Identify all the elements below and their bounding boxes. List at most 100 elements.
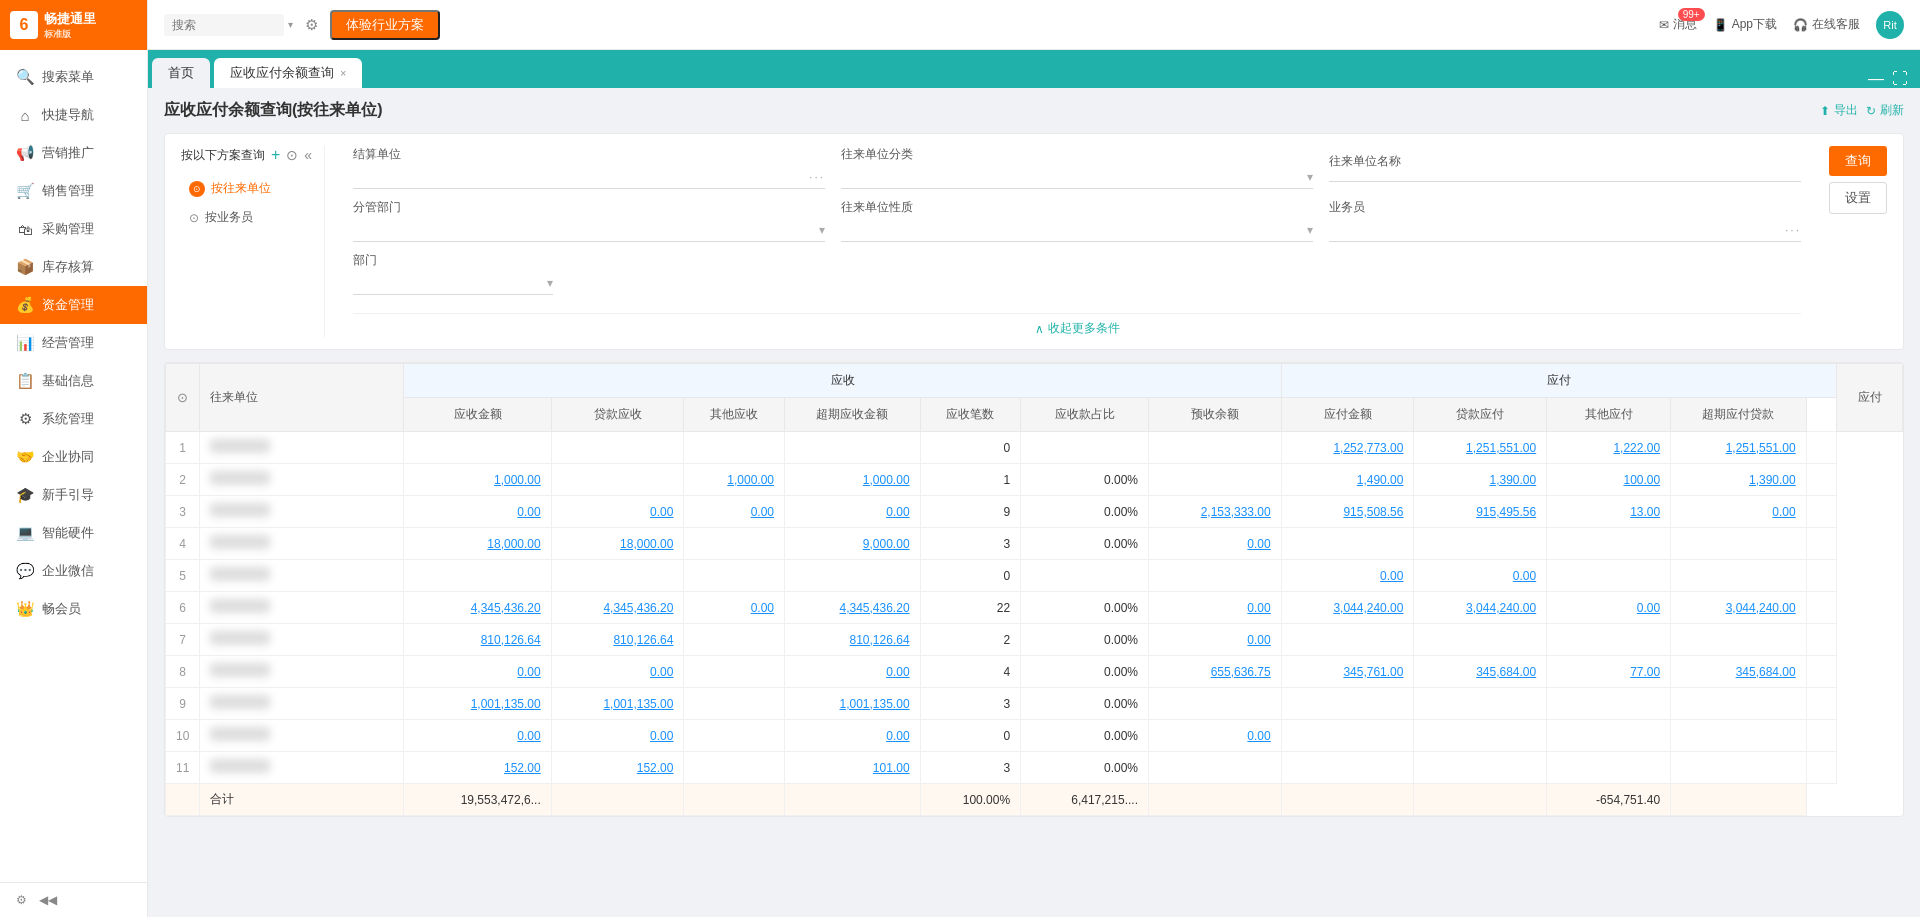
table-cell-ar_prepay[interactable]: 655,636.75 xyxy=(1148,656,1281,688)
export-button[interactable]: ⬆ 导出 xyxy=(1820,102,1858,119)
table-cell-ar_other[interactable]: 0.00 xyxy=(684,592,785,624)
app-download-button[interactable]: 📱 App下载 xyxy=(1713,16,1777,33)
table-cell-ar_overdue[interactable]: 9,000.00 xyxy=(785,528,921,560)
tab-close-icon[interactable]: × xyxy=(340,67,346,79)
query-button[interactable]: 查询 xyxy=(1829,146,1887,176)
table-cell-ap_overdue[interactable]: 3,044,240.00 xyxy=(1671,592,1807,624)
filter-settings-icon[interactable]: ⊙ xyxy=(286,147,298,163)
sidebar-item-wechat[interactable]: 💬 企业微信 xyxy=(0,552,147,590)
table-cell-ap_amount[interactable]: 1,252,773.00 xyxy=(1281,432,1414,464)
sidebar-item-finance[interactable]: 💰 资金管理 xyxy=(0,286,147,324)
filter-add-icon[interactable]: + xyxy=(271,146,280,164)
table-cell-ap_overdue[interactable]: 1,390.00 xyxy=(1671,464,1807,496)
sidebar-item-purchase[interactable]: 🛍 采购管理 xyxy=(0,210,147,248)
table-cell-ap_loan[interactable]: 1,251,551.00 xyxy=(1414,432,1547,464)
table-cell-ar_loan[interactable]: 4,345,436.20 xyxy=(551,592,684,624)
sidebar-item-basic-info[interactable]: 📋 基础信息 xyxy=(0,362,147,400)
sidebar-item-hardware[interactable]: 💻 智能硬件 xyxy=(0,514,147,552)
table-cell-ar_overdue[interactable]: 101.00 xyxy=(785,752,921,784)
table-cell-ar_overdue[interactable]: 0.00 xyxy=(785,720,921,752)
filter-nav-by-staff[interactable]: ⊙ 按业务员 xyxy=(181,205,312,230)
table-cell-ar_prepay[interactable]: 2,153,333.00 xyxy=(1148,496,1281,528)
table-cell-ap_loan[interactable]: 915,495.56 xyxy=(1414,496,1547,528)
sidebar-item-system[interactable]: ⚙ 系统管理 xyxy=(0,400,147,438)
sidebar-item-marketing[interactable]: 📢 营销推广 xyxy=(0,134,147,172)
table-cell-ar_amount[interactable]: 18,000.00 xyxy=(404,528,551,560)
table-cell-ap_other[interactable]: 0.00 xyxy=(1547,592,1671,624)
sidebar-item-sales[interactable]: 🛒 销售管理 xyxy=(0,172,147,210)
table-cell-ar_prepay[interactable]: 0.00 xyxy=(1148,528,1281,560)
message-button[interactable]: ✉ 消息 99+ xyxy=(1659,16,1697,33)
table-cell-ar_overdue[interactable]: 1,001,135.00 xyxy=(785,688,921,720)
table-cell-ar_loan[interactable]: 152.00 xyxy=(551,752,684,784)
sidebar-item-inventory[interactable]: 📦 库存核算 xyxy=(0,248,147,286)
table-settings-icon[interactable]: ⊙ xyxy=(177,390,188,405)
table-cell-ap_amount[interactable]: 0.00 xyxy=(1281,560,1414,592)
dept-manager-input[interactable]: ▾ xyxy=(353,219,825,242)
refresh-button[interactable]: ↻ 刷新 xyxy=(1866,102,1904,119)
table-cell-ar_amount[interactable]: 810,126.64 xyxy=(404,624,551,656)
table-cell-ap_overdue[interactable]: 0.00 xyxy=(1671,496,1807,528)
sidebar-item-search[interactable]: 🔍 搜索菜单 xyxy=(0,58,147,96)
table-cell-ap_loan[interactable]: 3,044,240.00 xyxy=(1414,592,1547,624)
table-cell-ar_amount[interactable]: 0.00 xyxy=(404,720,551,752)
settlement-unit-input[interactable]: ··· xyxy=(353,166,825,189)
filter-collapse-icon[interactable]: « xyxy=(304,147,312,163)
promo-button[interactable]: 体验行业方案 xyxy=(330,10,440,40)
table-settings-col[interactable]: ⊙ xyxy=(166,364,200,432)
dept-input[interactable]: ▾ xyxy=(353,272,553,295)
table-cell-ar_loan[interactable]: 0.00 xyxy=(551,720,684,752)
table-cell-ap_loan[interactable]: 1,390.00 xyxy=(1414,464,1547,496)
sidebar-item-operations[interactable]: 📊 经营管理 xyxy=(0,324,147,362)
partner-category-input[interactable]: ▾ xyxy=(841,166,1313,189)
table-cell-ar_loan[interactable]: 18,000.00 xyxy=(551,528,684,560)
table-cell-ar_other[interactable]: 1,000.00 xyxy=(684,464,785,496)
user-menu[interactable]: Rit xyxy=(1876,11,1904,39)
sidebar-collapse-icon[interactable]: ◀◀ xyxy=(39,893,57,907)
table-cell-ar_loan[interactable]: 0.00 xyxy=(551,496,684,528)
table-cell-ap_overdue[interactable]: 345,684.00 xyxy=(1671,656,1807,688)
table-cell-ar_overdue[interactable]: 1,000.00 xyxy=(785,464,921,496)
table-cell-ap_amount[interactable]: 1,490.00 xyxy=(1281,464,1414,496)
settings-button[interactable]: 设置 xyxy=(1829,182,1887,214)
table-cell-ap_other[interactable]: 13.00 xyxy=(1547,496,1671,528)
table-cell-ar_amount[interactable]: 4,345,436.20 xyxy=(404,592,551,624)
table-cell-ar_overdue[interactable]: 0.00 xyxy=(785,496,921,528)
tab-minimize-icon[interactable]: — xyxy=(1868,70,1884,88)
table-cell-ar_prepay[interactable]: 0.00 xyxy=(1148,720,1281,752)
sidebar-item-guide[interactable]: 🎓 新手引导 xyxy=(0,476,147,514)
partner-name-input[interactable] xyxy=(1329,173,1801,182)
table-cell-ar_amount[interactable]: 152.00 xyxy=(404,752,551,784)
table-cell-ar_amount[interactable]: 0.00 xyxy=(404,496,551,528)
sidebar-item-member[interactable]: 👑 畅会员 xyxy=(0,590,147,628)
table-cell-ar_overdue[interactable]: 810,126.64 xyxy=(785,624,921,656)
tab-maximize-icon[interactable]: ⛶ xyxy=(1892,70,1908,88)
table-cell-ar_loan[interactable]: 1,001,135.00 xyxy=(551,688,684,720)
online-service-button[interactable]: 🎧 在线客服 xyxy=(1793,16,1860,33)
table-cell-ar_amount[interactable]: 1,001,135.00 xyxy=(404,688,551,720)
tab-receivable[interactable]: 应收应付余额查询 × xyxy=(214,58,362,88)
table-cell-ap_amount[interactable]: 915,508.56 xyxy=(1281,496,1414,528)
collapse-more-button[interactable]: ∧ 收起更多条件 xyxy=(353,313,1801,337)
table-cell-ap_overdue[interactable]: 1,251,551.00 xyxy=(1671,432,1807,464)
table-cell-ap_amount[interactable]: 345,761.00 xyxy=(1281,656,1414,688)
search-input[interactable] xyxy=(164,14,284,36)
sidebar-settings-icon[interactable]: ⚙ xyxy=(16,893,27,907)
partner-nature-input[interactable]: ▾ xyxy=(841,219,1313,242)
table-cell-ap_loan[interactable]: 0.00 xyxy=(1414,560,1547,592)
tab-home[interactable]: 首页 xyxy=(152,58,210,88)
sidebar-item-cooperation[interactable]: 🤝 企业协同 xyxy=(0,438,147,476)
table-cell-ar_amount[interactable]: 0.00 xyxy=(404,656,551,688)
table-cell-ar_loan[interactable]: 0.00 xyxy=(551,656,684,688)
table-cell-ap_other[interactable]: 77.00 xyxy=(1547,656,1671,688)
table-cell-ap_loan[interactable]: 345,684.00 xyxy=(1414,656,1547,688)
filter-nav-by-unit[interactable]: ⊙ 按往来单位 xyxy=(181,176,312,201)
table-cell-ar_loan[interactable]: 810,126.64 xyxy=(551,624,684,656)
table-cell-ar_overdue[interactable]: 0.00 xyxy=(785,656,921,688)
salesperson-input[interactable]: ··· xyxy=(1329,219,1801,242)
sidebar-item-quick-nav[interactable]: ⌂ 快捷导航 xyxy=(0,96,147,134)
table-cell-ar_prepay[interactable]: 0.00 xyxy=(1148,624,1281,656)
gear-icon[interactable]: ⚙ xyxy=(305,16,318,34)
table-cell-ar_amount[interactable]: 1,000.00 xyxy=(404,464,551,496)
table-cell-ap_other[interactable]: 100.00 xyxy=(1547,464,1671,496)
